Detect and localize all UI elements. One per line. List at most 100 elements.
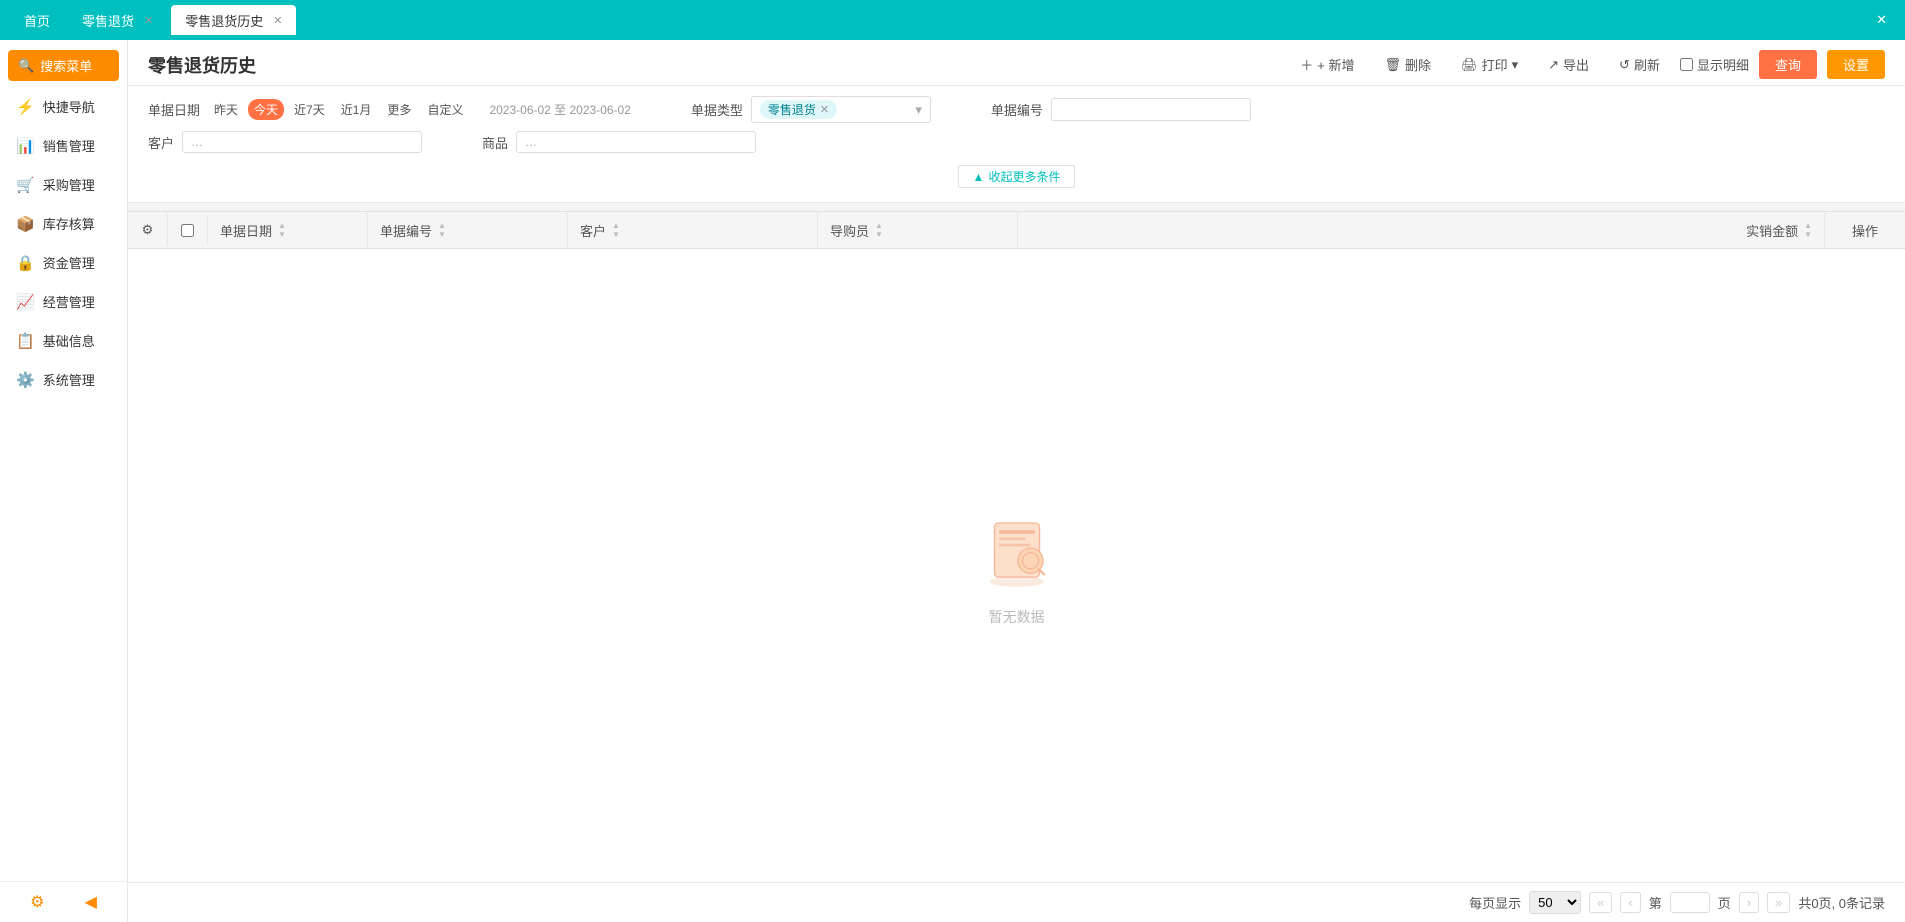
settings-bottom-icon[interactable]: ⚙: [30, 892, 44, 912]
page-size-select[interactable]: 50 10 20 100: [1529, 891, 1581, 914]
page-label: 页: [1718, 893, 1731, 912]
export-button[interactable]: ↗ 导出: [1538, 51, 1599, 78]
current-page-input[interactable]: 1: [1670, 892, 1710, 913]
sidebar-item-sales-mgmt[interactable]: 📊 销售管理: [0, 126, 127, 165]
th-amount[interactable]: 实销金额 ▲ ▼: [1018, 213, 1825, 248]
date-btn-7days[interactable]: 近7天: [288, 99, 331, 120]
next-page-btn[interactable]: ›: [1739, 892, 1759, 913]
date-buttons: 昨天 今天 近7天 近1月 更多 自定义: [208, 99, 469, 120]
delete-button[interactable]: 🗑 删除: [1375, 51, 1442, 78]
print-arrow-icon: ▾: [1512, 57, 1519, 73]
guide-sort-down: ▼: [875, 231, 883, 239]
sales-icon: 📊: [16, 137, 35, 155]
export-icon: ↗: [1548, 57, 1559, 73]
tab-home[interactable]: 首页: [10, 5, 64, 35]
select-all-checkbox[interactable]: [181, 224, 194, 237]
collapse-icon: ▲: [973, 170, 985, 184]
customer-select[interactable]: …: [182, 131, 422, 153]
empty-text: 暂无数据: [989, 607, 1045, 627]
sidebar-item-finance-label: 资金管理: [43, 253, 95, 272]
sidebar-item-basic-info[interactable]: 📋 基础信息: [0, 321, 127, 360]
collapse-area: ▲ 收起更多条件: [148, 161, 1885, 192]
date-filter: 单据日期 昨天 今天 近7天 近1月 更多 自定义: [148, 99, 469, 120]
date-sort-down: ▼: [278, 231, 286, 239]
print-icon: 🖨: [1461, 57, 1478, 73]
date-range-display: 2023-06-02 至 2023-06-02: [489, 101, 630, 118]
date-filter-label: 单据日期: [148, 100, 200, 119]
bill-no-label: 单据编号: [991, 100, 1043, 119]
goods-placeholder: …: [525, 135, 537, 149]
query-button[interactable]: 查询: [1759, 50, 1817, 79]
show-detail-checkbox-label[interactable]: 显示明细: [1680, 55, 1749, 74]
table-header: ⚙ 单据日期 ▲ ▼ 单据编号 ▲ ▼: [128, 211, 1905, 249]
settings-icon: ⚙: [142, 222, 154, 238]
toolbar: ＋ + 新增 🗑 删除 🖨 打印 ▾ ↗ 导出 ↺: [1290, 50, 1885, 79]
customer-sort-down: ▼: [612, 231, 620, 239]
top-bar: 首页 零售退货 ✕ 零售退货历史 ✕ ✕: [0, 0, 1905, 40]
first-page-btn[interactable]: «: [1589, 892, 1612, 913]
th-amount-label: 实销金额: [1746, 221, 1798, 240]
sidebar-item-operations[interactable]: 📈 经营管理: [0, 282, 127, 321]
empty-state: 暂无数据: [128, 249, 1905, 882]
tab-retail-return-close[interactable]: ✕: [144, 14, 153, 27]
print-label: 打印: [1482, 55, 1508, 74]
collapse-sidebar-icon[interactable]: ◀: [85, 892, 97, 912]
th-guide[interactable]: 导购员 ▲ ▼: [818, 213, 1018, 248]
bill-no-sort-down: ▼: [438, 231, 446, 239]
page-title: 零售退货历史: [148, 52, 256, 78]
prev-page-btn[interactable]: ‹: [1620, 892, 1640, 913]
sidebar-item-inventory[interactable]: 📦 库存核算: [0, 204, 127, 243]
th-customer[interactable]: 客户 ▲ ▼: [568, 213, 818, 248]
customer-sort-arrows[interactable]: ▲ ▼: [612, 222, 620, 239]
sidebar-item-inventory-label: 库存核算: [43, 214, 95, 233]
collapse-btn[interactable]: ▲ 收起更多条件: [958, 165, 1076, 188]
table-area: ⚙ 单据日期 ▲ ▼ 单据编号 ▲ ▼: [128, 211, 1905, 922]
goods-select[interactable]: …: [516, 131, 756, 153]
goods-filter: 商品 …: [482, 131, 756, 153]
date-sort-arrows[interactable]: ▲ ▼: [278, 222, 286, 239]
th-bill-no[interactable]: 单据编号 ▲ ▼: [368, 213, 568, 248]
bill-no-sort-arrows[interactable]: ▲ ▼: [438, 222, 446, 239]
setting-button[interactable]: 设置: [1827, 50, 1885, 79]
date-btn-1month[interactable]: 近1月: [335, 99, 378, 120]
new-button[interactable]: ＋ + 新增: [1290, 51, 1364, 78]
guide-sort-arrows[interactable]: ▲ ▼: [875, 222, 883, 239]
sidebar-search[interactable]: 🔍 搜索菜单: [8, 50, 119, 81]
bill-no-filter: 单据编号: [991, 98, 1251, 121]
th-settings[interactable]: ⚙: [128, 214, 168, 246]
page-size-label: 每页显示: [1469, 893, 1521, 912]
refresh-label: 刷新: [1634, 55, 1660, 74]
sidebar-item-purchase-label: 采购管理: [43, 175, 95, 194]
sidebar-item-system-mgmt[interactable]: ⚙️ 系统管理: [0, 360, 127, 399]
date-btn-today[interactable]: 今天: [248, 99, 284, 120]
sidebar-item-purchase-mgmt[interactable]: 🛒 采购管理: [0, 165, 127, 204]
sidebar-item-basic-info-label: 基础信息: [43, 331, 95, 350]
customer-filter: 客户 …: [148, 131, 422, 153]
new-label: + 新增: [1317, 55, 1354, 74]
tab-retail-return-history[interactable]: 零售退货历史 ✕: [171, 5, 296, 35]
search-icon: 🔍: [18, 58, 34, 74]
print-button[interactable]: 🖨 打印 ▾: [1451, 51, 1528, 78]
th-checkbox[interactable]: [168, 216, 208, 245]
sidebar-bottom: ⚙ ◀: [0, 881, 127, 922]
date-btn-yesterday[interactable]: 昨天: [208, 99, 244, 120]
date-btn-more[interactable]: 更多: [381, 99, 417, 120]
guide-sort-up: ▲: [875, 222, 883, 230]
tab-retail-return-history-close[interactable]: ✕: [273, 14, 282, 27]
window-close-btn[interactable]: ✕: [1868, 8, 1895, 32]
bill-type-tag-close[interactable]: ✕: [820, 103, 829, 116]
bill-type-tag: 零售退货 ✕: [760, 100, 837, 119]
goods-label: 商品: [482, 133, 508, 152]
bill-type-select[interactable]: 零售退货 ✕ ▾: [751, 96, 931, 123]
sidebar-item-finance[interactable]: 🔒 资金管理: [0, 243, 127, 282]
amount-sort-arrows[interactable]: ▲ ▼: [1804, 222, 1812, 239]
refresh-button[interactable]: ↺ 刷新: [1609, 51, 1670, 78]
tab-retail-return[interactable]: 零售退货 ✕: [68, 5, 167, 35]
date-btn-custom[interactable]: 自定义: [421, 99, 469, 120]
last-page-btn[interactable]: »: [1767, 892, 1790, 913]
bill-no-input[interactable]: [1051, 98, 1251, 121]
finance-icon: 🔒: [16, 254, 35, 272]
show-detail-checkbox[interactable]: [1680, 58, 1693, 71]
th-date[interactable]: 单据日期 ▲ ▼: [208, 213, 368, 248]
sidebar-item-quick-nav[interactable]: ⚡ 快捷导航: [0, 87, 127, 126]
